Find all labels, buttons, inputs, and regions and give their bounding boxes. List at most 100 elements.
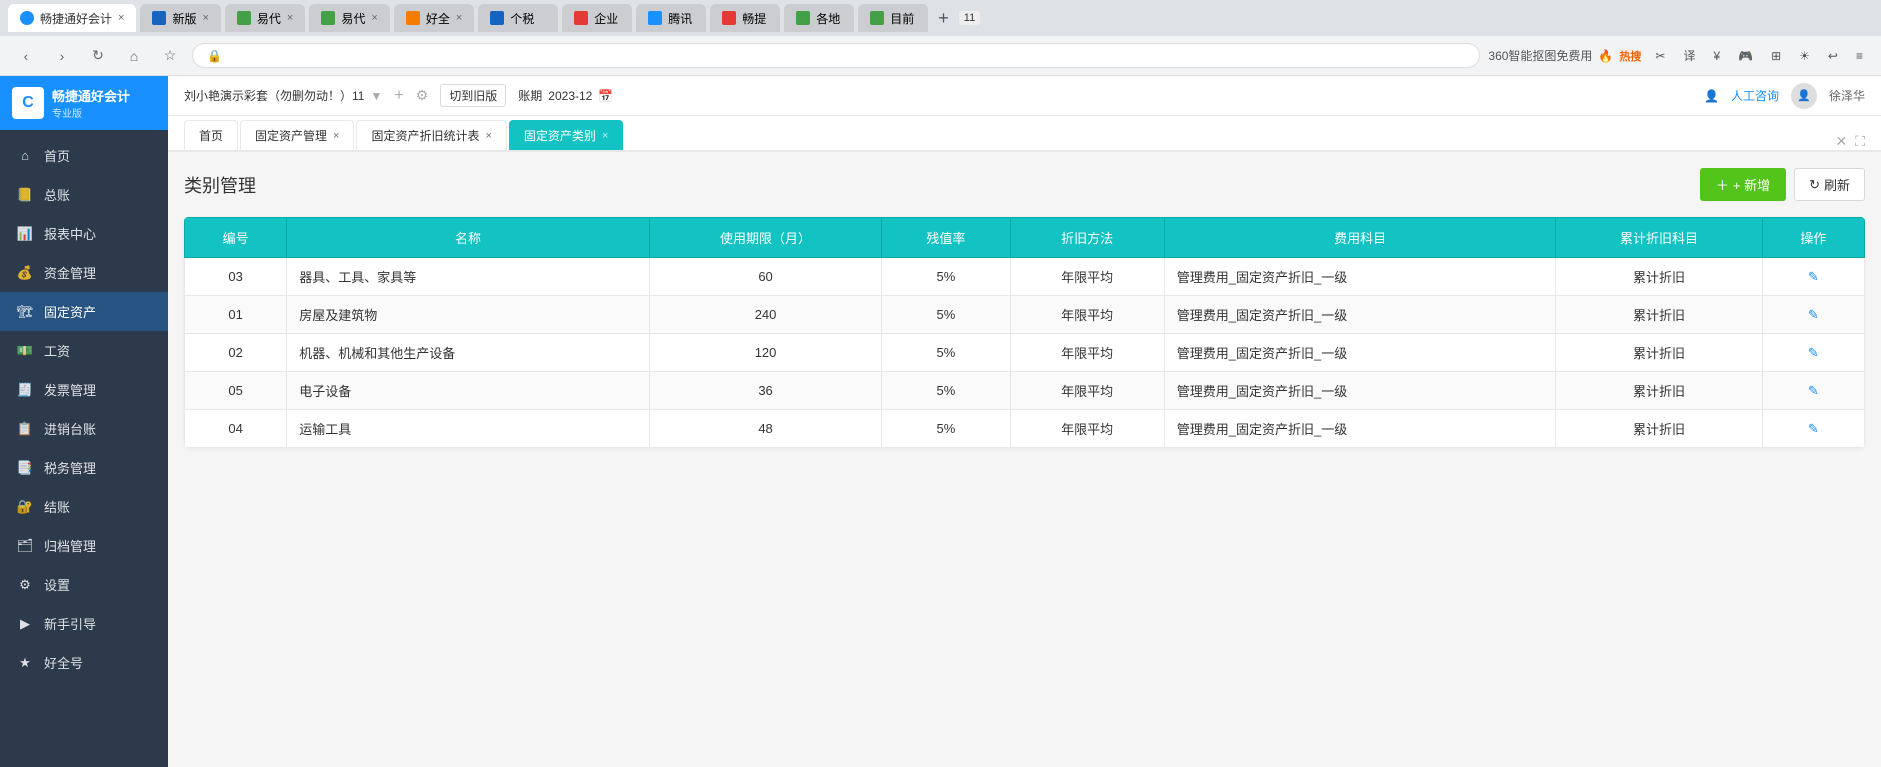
- sun-tool[interactable]: ☀: [1793, 46, 1816, 66]
- app-wrapper: C 畅捷通好会计 专业版 ⌂ 首页 📒 总账 📊 报表中心 💰 资金管理: [0, 76, 1881, 767]
- browser-tab-active[interactable]: 畅捷通好会计 ×: [8, 4, 136, 32]
- tab-asset-category[interactable]: 固定资产类别 ×: [509, 120, 623, 150]
- table-row: 02 机器、机械和其他生产设备 120 5% 年限平均 管理费用_固定资产折旧_…: [185, 334, 1865, 372]
- cell-method: 年限平均: [1010, 410, 1164, 448]
- table-row: 01 房屋及建筑物 240 5% 年限平均 管理费用_固定资产折旧_一级 累计折…: [185, 296, 1865, 334]
- tab-close[interactable]: ×: [202, 12, 208, 24]
- undo-tool[interactable]: ↩: [1822, 46, 1844, 66]
- category-table: 编号 名称 使用期限（月） 残值率 折旧方法 费用科目 累计折旧科目 操作 03…: [184, 217, 1865, 448]
- sidebar-item-ledger[interactable]: 📒 总账: [0, 175, 168, 214]
- browser-tab-changte[interactable]: 畅提: [710, 4, 780, 32]
- sidebar-item-tax[interactable]: 📑 税务管理: [0, 448, 168, 487]
- sidebar-item-home[interactable]: ⌂ 首页: [0, 136, 168, 175]
- sidebar-item-archive[interactable]: 🗂 归档管理: [0, 526, 168, 565]
- switch-version-button[interactable]: 切到旧版: [440, 84, 506, 107]
- calendar-icon[interactable]: 📅: [598, 89, 613, 103]
- sidebar-item-label: 总账: [44, 185, 70, 204]
- col-header-name: 名称: [287, 218, 650, 258]
- star-icon: ★: [16, 654, 34, 672]
- cell-op: ✎: [1762, 296, 1864, 334]
- home-button[interactable]: ⌂: [120, 42, 148, 70]
- archive-icon: 🗂: [16, 537, 34, 555]
- url-input[interactable]: https://cloud.chanjet.com/accounting/uw1…: [228, 48, 1465, 63]
- browser-tab-yidai1[interactable]: 易代 ×: [225, 4, 305, 32]
- edit-icon[interactable]: ✎: [1808, 345, 1819, 360]
- browser-tab-close[interactable]: ×: [118, 12, 124, 24]
- fund-icon: 💰: [16, 264, 34, 282]
- browser-tab-qiye[interactable]: 企业: [562, 4, 632, 32]
- back-button[interactable]: ‹: [12, 42, 40, 70]
- scissors-tool[interactable]: ✂: [1649, 46, 1671, 66]
- tab-close-depreciation[interactable]: ×: [485, 130, 491, 142]
- sidebar: C 畅捷通好会计 专业版 ⌂ 首页 📒 总账 📊 报表中心 💰 资金管理: [0, 76, 168, 767]
- cell-code: 03: [185, 258, 287, 296]
- tab-close-category[interactable]: ×: [602, 130, 608, 142]
- home-icon: ⌂: [16, 147, 34, 165]
- service-label[interactable]: 人工咨询: [1731, 87, 1779, 104]
- browser-tab-geshui[interactable]: 个税: [478, 4, 558, 32]
- tab-asset-mgmt[interactable]: 固定资产管理 ×: [240, 120, 354, 150]
- address-bar[interactable]: 🔒 https://cloud.chanjet.com/accounting/u…: [192, 43, 1480, 68]
- window-maximize-icon[interactable]: ⛶: [1855, 133, 1865, 150]
- edit-icon[interactable]: ✎: [1808, 421, 1819, 436]
- tab-home[interactable]: 首页: [184, 120, 238, 150]
- cell-period: 60: [649, 258, 881, 296]
- wallet-tool[interactable]: ¥: [1707, 46, 1726, 66]
- cell-residual: 5%: [882, 334, 1010, 372]
- forward-button[interactable]: ›: [48, 42, 76, 70]
- browser-tab-gedi[interactable]: 各地: [784, 4, 854, 32]
- sidebar-item-report[interactable]: 📊 报表中心: [0, 214, 168, 253]
- menu-tool[interactable]: ≡: [1850, 46, 1869, 66]
- reload-button[interactable]: ↻: [84, 42, 112, 70]
- edit-icon[interactable]: ✎: [1808, 269, 1819, 284]
- browser-nav: ‹ › ↻ ⌂ ☆ 🔒 https://cloud.chanjet.com/ac…: [0, 36, 1881, 76]
- settings-icon[interactable]: ⚙: [416, 87, 429, 104]
- new-tab-button[interactable]: +: [932, 8, 955, 29]
- cell-expense: 管理费用_固定资产折旧_一级: [1164, 372, 1556, 410]
- bookmark-button[interactable]: ☆: [156, 42, 184, 70]
- browser-tab-tengxun[interactable]: 腾讯: [636, 4, 706, 32]
- tab-close-asset-mgmt[interactable]: ×: [333, 130, 339, 142]
- browser-tab-haoquan[interactable]: 好全 ×: [394, 4, 474, 32]
- sidebar-item-label: 好全号: [44, 653, 83, 672]
- add-button[interactable]: ＋ + 新增: [1700, 168, 1786, 201]
- browser-tab-new[interactable]: 新版 ×: [140, 4, 220, 32]
- sidebar-item-settings[interactable]: ⚙ 设置: [0, 565, 168, 604]
- sidebar-item-fund[interactable]: 💰 资金管理: [0, 253, 168, 292]
- sidebar-item-asset[interactable]: 🏗 固定资产: [0, 292, 168, 331]
- table-row: 03 器具、工具、家具等 60 5% 年限平均 管理费用_固定资产折旧_一级 累…: [185, 258, 1865, 296]
- sidebar-item-guide[interactable]: ▶ 新手引导: [0, 604, 168, 643]
- refresh-button[interactable]: ↻ 刷新: [1794, 168, 1865, 201]
- add-company-button[interactable]: +: [394, 87, 403, 105]
- game-tool[interactable]: 🎮: [1732, 46, 1759, 66]
- report-icon: 📊: [16, 225, 34, 243]
- edit-icon[interactable]: ✎: [1808, 307, 1819, 322]
- salary-icon: 💵: [16, 342, 34, 360]
- browser-tab-muqian[interactable]: 目前: [858, 4, 928, 32]
- table-row: 04 运输工具 48 5% 年限平均 管理费用_固定资产折旧_一级 累计折旧 ✎: [185, 410, 1865, 448]
- sidebar-item-stock[interactable]: 📋 进销台账: [0, 409, 168, 448]
- sidebar-item-label: 结账: [44, 497, 70, 516]
- user-avatar: 👤: [1791, 83, 1817, 109]
- sidebar-item-close-account[interactable]: 🔐 结账: [0, 487, 168, 526]
- grid-tool[interactable]: ⊞: [1765, 46, 1787, 66]
- cell-code: 01: [185, 296, 287, 334]
- cell-code: 02: [185, 334, 287, 372]
- sidebar-item-salary[interactable]: 💵 工资: [0, 331, 168, 370]
- translate-tool[interactable]: 译: [1677, 44, 1701, 67]
- cell-accum: 累计折旧: [1556, 258, 1762, 296]
- period-value: 2023-12: [548, 89, 592, 103]
- sidebar-item-haoquan[interactable]: ★ 好全号: [0, 643, 168, 682]
- add-button-label: + 新增: [1733, 175, 1770, 194]
- tab-close[interactable]: ×: [456, 12, 462, 24]
- sidebar-item-invoice[interactable]: 🧾 发票管理: [0, 370, 168, 409]
- tab-close[interactable]: ×: [287, 12, 293, 24]
- browser-tab-yidai2[interactable]: 易代 ×: [309, 4, 389, 32]
- col-header-method: 折旧方法: [1010, 218, 1164, 258]
- tab-close[interactable]: ×: [371, 12, 377, 24]
- edit-icon[interactable]: ✎: [1808, 383, 1819, 398]
- tab-depreciation-table[interactable]: 固定资产折旧统计表 ×: [356, 120, 506, 150]
- page-title: 类别管理: [184, 172, 256, 198]
- window-close-icon[interactable]: ✕: [1835, 133, 1847, 150]
- dropdown-icon[interactable]: ▼: [370, 89, 382, 103]
